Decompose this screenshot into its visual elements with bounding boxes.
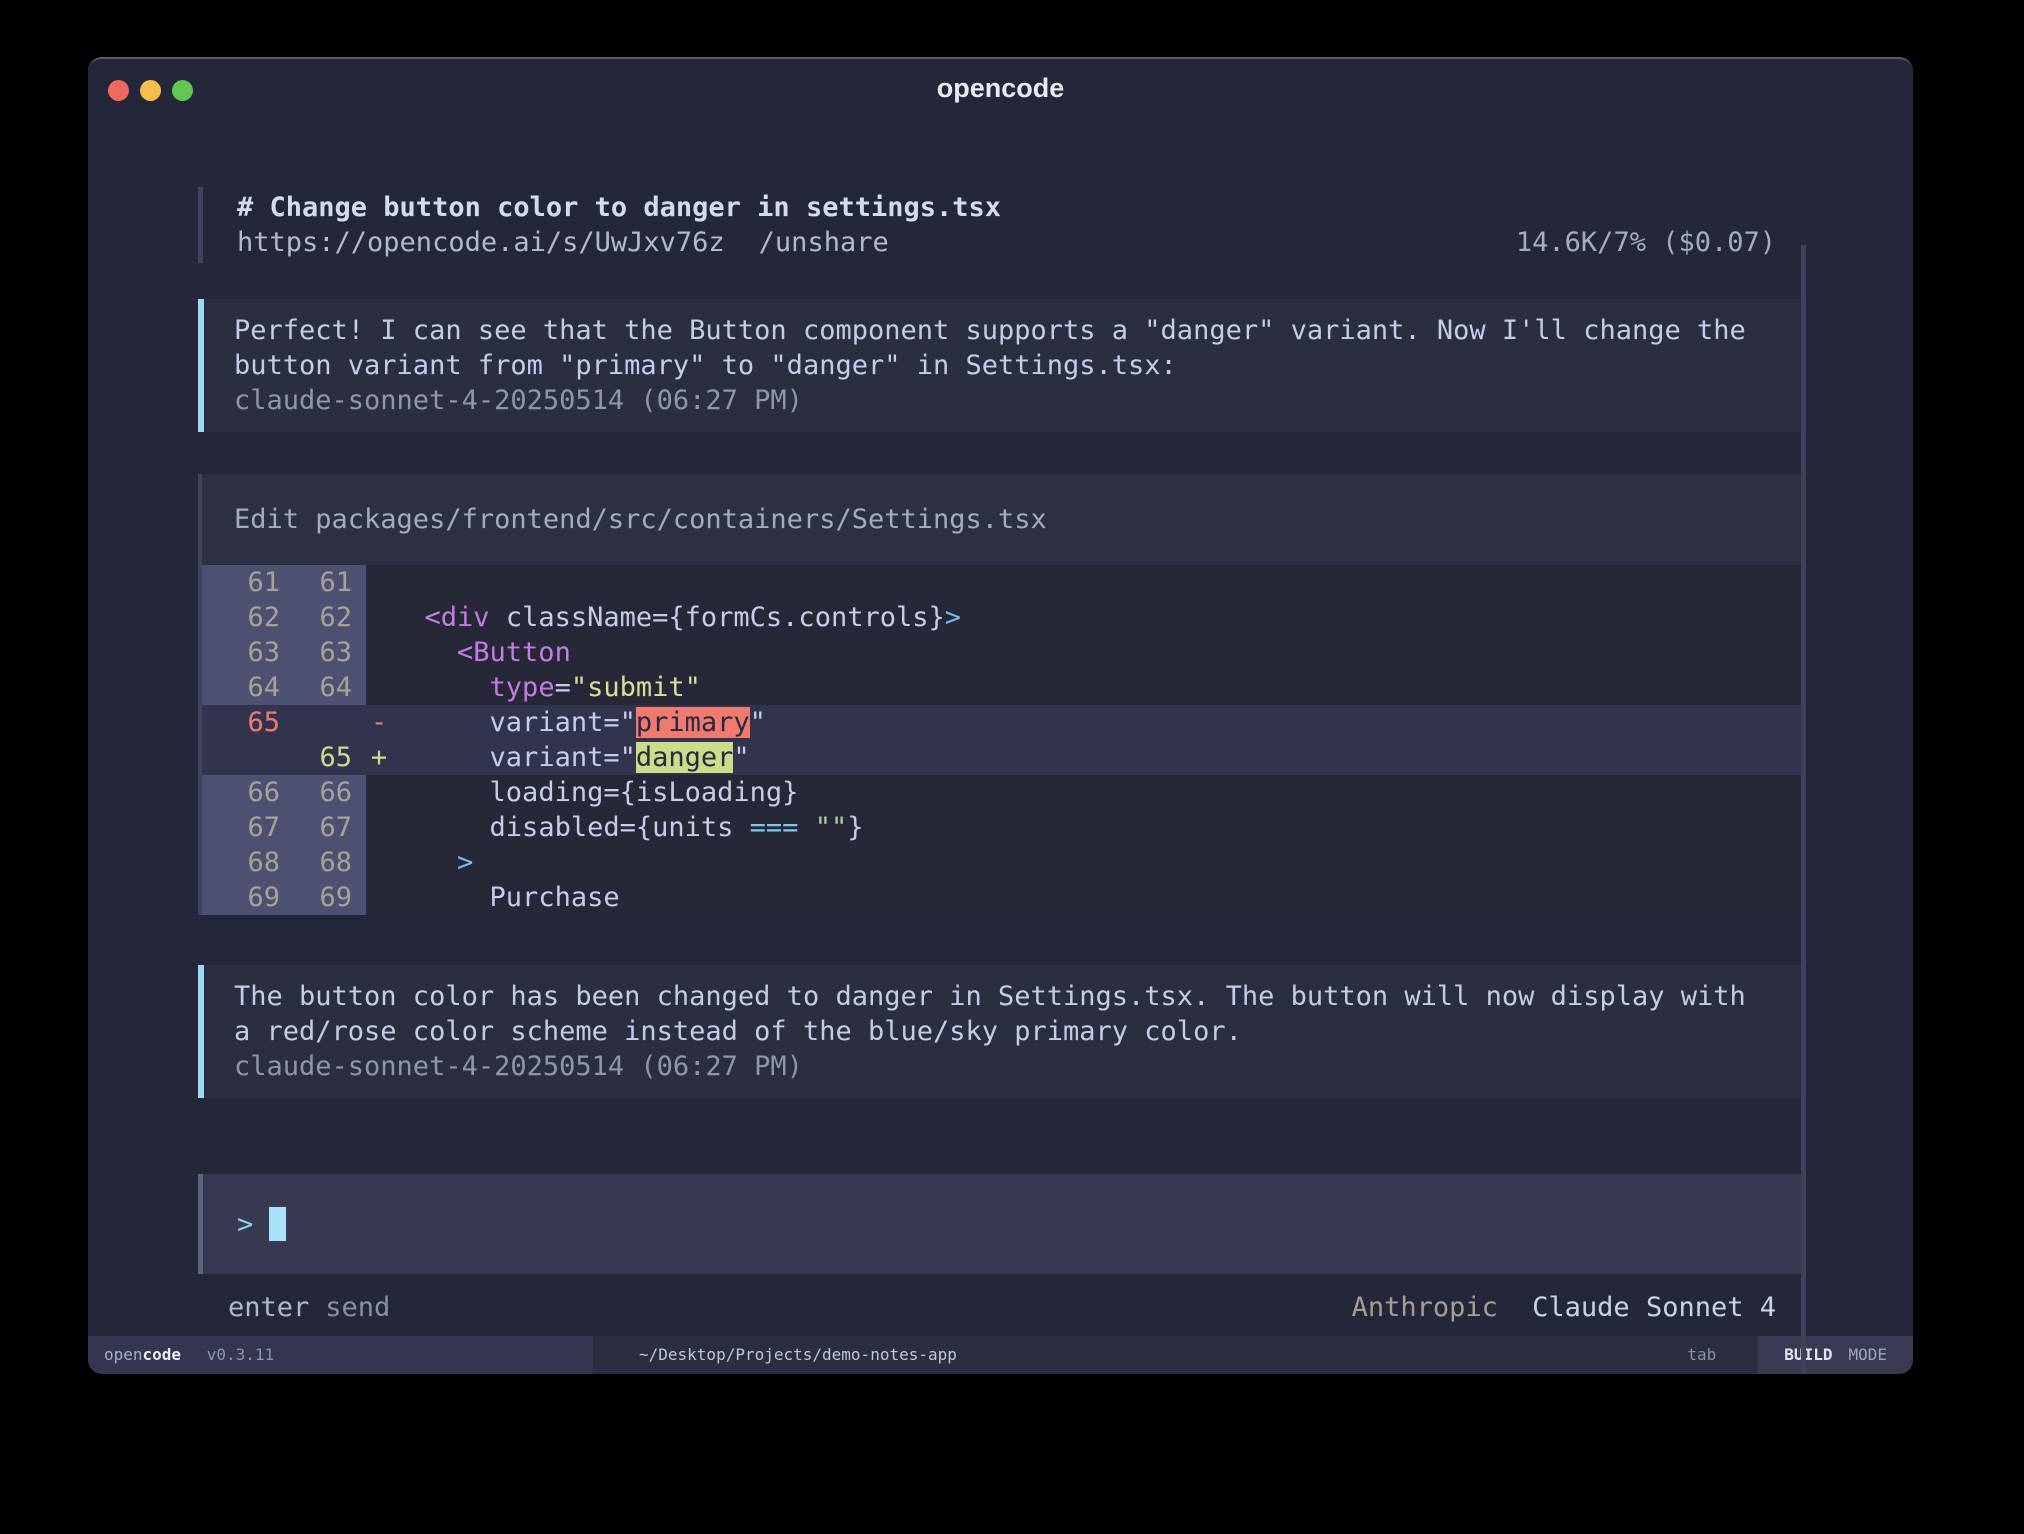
session-title: # Change button color to danger in setti… bbox=[237, 190, 1776, 225]
message-line: The button color has been changed to dan… bbox=[234, 979, 1776, 1014]
message-line: a red/rose color scheme instead of the b… bbox=[234, 1014, 1776, 1049]
message-line: button variant from "primary" to "danger… bbox=[234, 348, 1776, 383]
opencode-terminal-window: opencode # Change button color to danger… bbox=[88, 57, 1913, 1374]
unshare-command[interactable]: /unshare bbox=[759, 225, 889, 260]
prompt-input[interactable]: > bbox=[198, 1174, 1806, 1274]
diff-row: 6262 <div className={formCs.controls}> bbox=[202, 600, 1806, 635]
window-titlebar: opencode bbox=[88, 59, 1913, 117]
close-window-icon[interactable] bbox=[108, 80, 129, 101]
mode-primary: BUILD bbox=[1784, 1345, 1832, 1364]
scrollbar[interactable] bbox=[1801, 245, 1806, 1374]
edit-tool-title: Edit packages/frontend/src/containers/Se… bbox=[202, 474, 1806, 565]
diff-row: 6464 type="submit" bbox=[202, 670, 1806, 705]
enter-key-hint: enter bbox=[228, 1290, 309, 1325]
diff-row: 65- variant="primary" bbox=[202, 705, 1806, 740]
hint-row: enter send Anthropic Claude Sonnet 4 bbox=[198, 1290, 1806, 1325]
send-action-hint: send bbox=[325, 1290, 390, 1325]
working-directory: ~/Desktop/Projects/demo-notes-app bbox=[639, 1336, 957, 1374]
message-model-meta: claude-sonnet-4-20250514 (06:27 PM) bbox=[234, 383, 1776, 418]
window-title: opencode bbox=[88, 59, 1913, 117]
prompt-symbol: > bbox=[237, 1207, 253, 1242]
mode-secondary: MODE bbox=[1848, 1345, 1887, 1364]
zoom-window-icon[interactable] bbox=[172, 80, 193, 101]
edit-tool-card: Edit packages/frontend/src/containers/Se… bbox=[198, 474, 1806, 915]
context-usage-stats: 14.6K/7% ($0.07) bbox=[1516, 225, 1776, 260]
tab-key-hint: tab bbox=[1687, 1336, 1716, 1374]
model-name: Claude Sonnet 4 bbox=[1532, 1292, 1776, 1323]
build-mode-segment: BUILD MODE bbox=[1758, 1336, 1913, 1374]
text-cursor bbox=[269, 1207, 286, 1241]
diff-row: 65+ variant="danger" bbox=[202, 740, 1806, 775]
app-version-segment: opencode v0.3.11 bbox=[88, 1336, 593, 1374]
model-info: Anthropic Claude Sonnet 4 bbox=[1352, 1290, 1776, 1325]
diff-row: 6363 <Button bbox=[202, 635, 1806, 670]
message-line: Perfect! I can see that the Button compo… bbox=[234, 313, 1776, 348]
provider-name: Anthropic bbox=[1352, 1292, 1498, 1323]
diff-row: 6969 Purchase bbox=[202, 880, 1806, 915]
diff-row: 6767 disabled={units === ""} bbox=[202, 810, 1806, 845]
status-bar: opencode v0.3.11 ~/Desktop/Projects/demo… bbox=[88, 1336, 1913, 1374]
minimize-window-icon[interactable] bbox=[140, 80, 161, 101]
diff-row: 6666 loading={isLoading} bbox=[202, 775, 1806, 810]
message-model-meta: claude-sonnet-4-20250514 (06:27 PM) bbox=[234, 1049, 1776, 1084]
app-name-bold: code bbox=[143, 1345, 182, 1364]
diff-row: 6868 > bbox=[202, 845, 1806, 880]
chat-viewport: # Change button color to danger in setti… bbox=[88, 117, 1913, 1336]
share-url-link[interactable]: https://opencode.ai/s/UwJxv76z bbox=[237, 225, 725, 260]
diff-table: 61616262 <div className={formCs.controls… bbox=[202, 565, 1806, 915]
session-header: # Change button color to danger in setti… bbox=[198, 187, 1806, 263]
app-name-normal: open bbox=[104, 1345, 143, 1364]
assistant-message: The button color has been changed to dan… bbox=[198, 965, 1806, 1098]
assistant-message: Perfect! I can see that the Button compo… bbox=[198, 299, 1806, 432]
traffic-lights bbox=[108, 80, 193, 101]
app-version: v0.3.11 bbox=[207, 1345, 274, 1364]
diff-row: 6161 bbox=[202, 565, 1806, 600]
